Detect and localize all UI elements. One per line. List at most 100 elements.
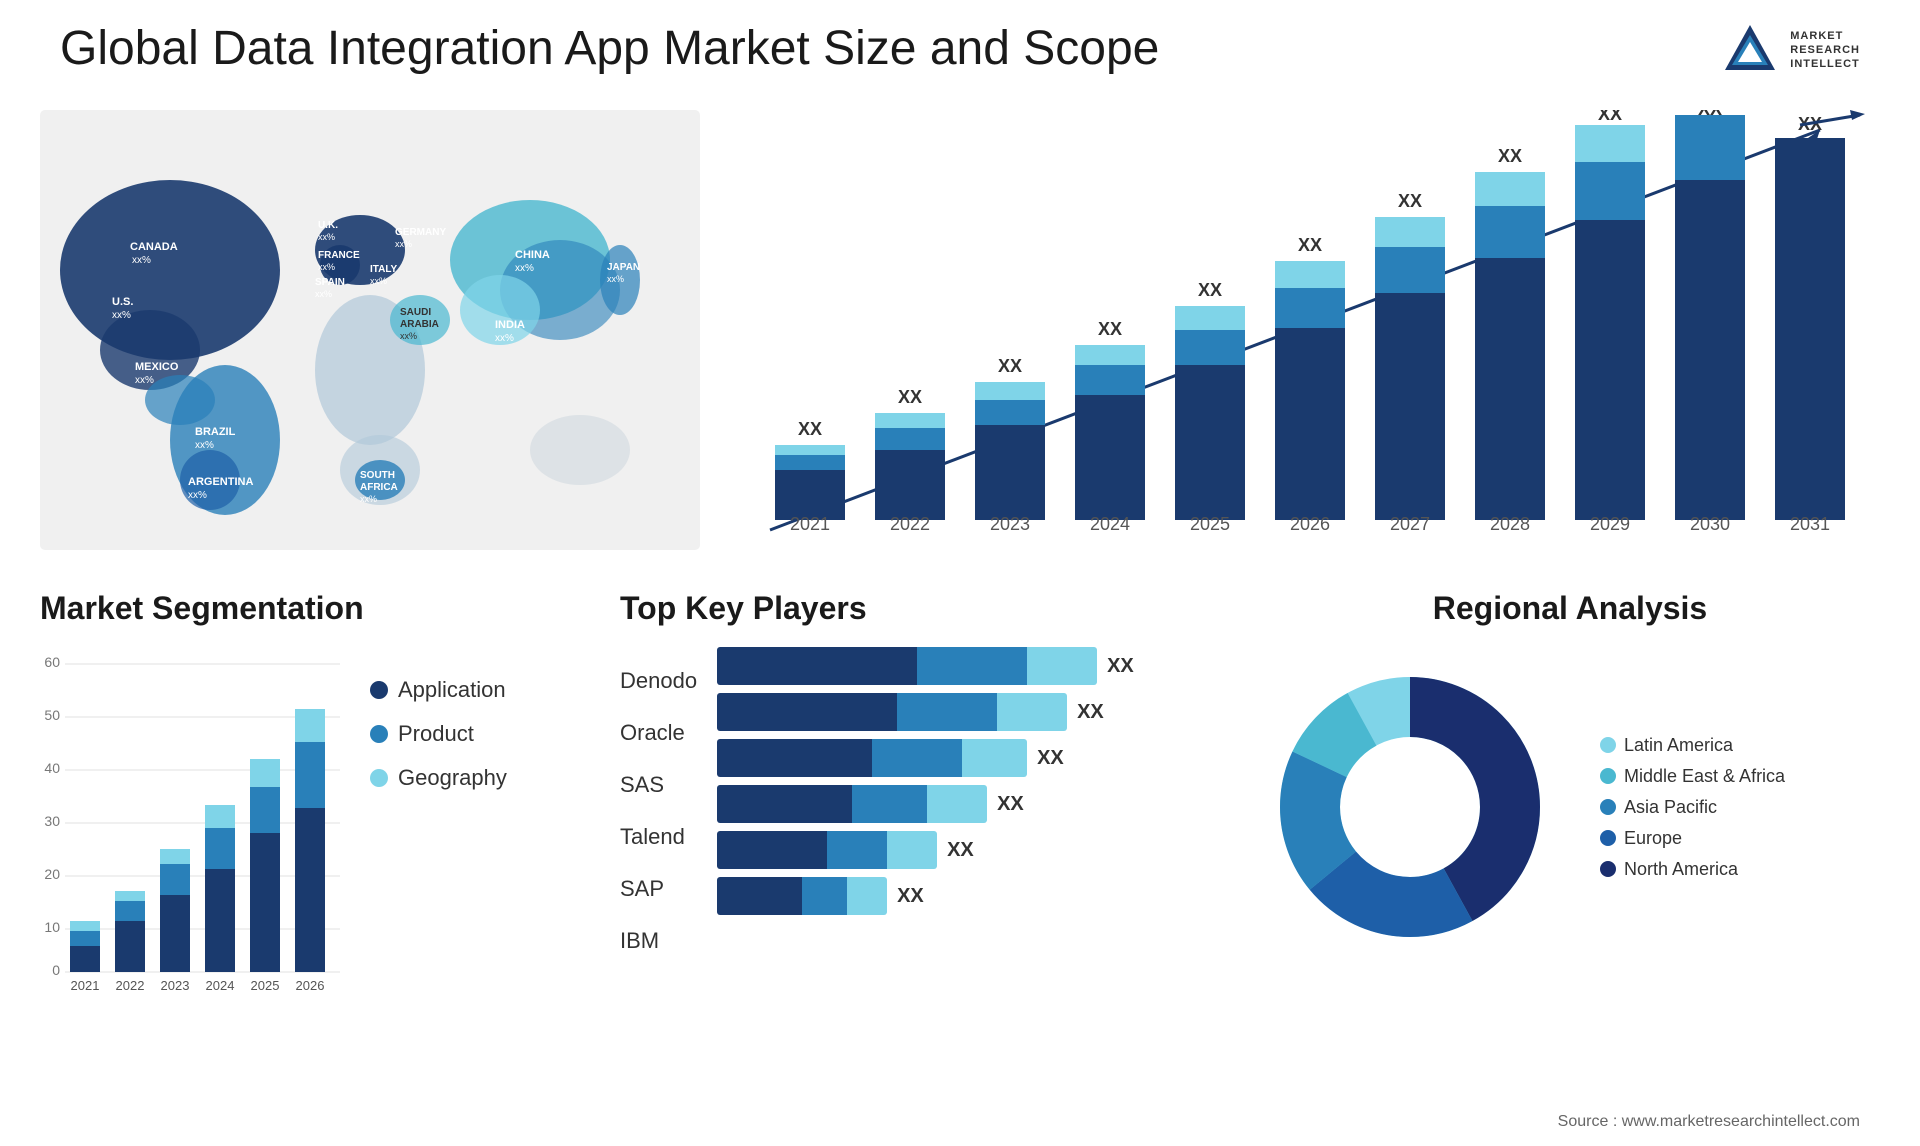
header: Global Data Integration App Market Size …	[60, 20, 1860, 80]
page-title: Global Data Integration App Market Size …	[60, 20, 1159, 78]
key-players-section: Top Key Players Denodo Oracle SAS Talend…	[620, 590, 1220, 1110]
world-map-container: CANADA xx% U.S. xx% MEXICO xx% BRAZIL xx…	[40, 110, 700, 550]
denodo-bar	[717, 647, 1097, 685]
svg-text:JAPAN: JAPAN	[607, 262, 640, 273]
svg-text:xx%: xx%	[188, 490, 207, 501]
svg-text:U.S.: U.S.	[112, 296, 133, 308]
svg-text:xx%: xx%	[112, 310, 131, 321]
legend-item-application: Application	[370, 677, 507, 703]
svg-text:CANADA: CANADA	[130, 241, 178, 253]
svg-text:0: 0	[52, 962, 60, 978]
regional-legend: Latin America Middle East & Africa Asia …	[1600, 735, 1785, 880]
svg-text:2021: 2021	[71, 978, 100, 993]
svg-text:XX: XX	[1498, 146, 1522, 166]
player-bar-talend: XX	[717, 785, 1220, 823]
player-ibm: IBM	[620, 915, 697, 967]
bar-chart-svg: XX 2021 XX 2022 XX 2023 XX 2024 XX 2025 …	[720, 110, 1870, 550]
legend-middle-east-africa: Middle East & Africa	[1600, 766, 1785, 787]
player-talend: Talend	[620, 811, 697, 863]
svg-text:ITALY: ITALY	[370, 264, 398, 275]
players-bars: XX XX XX	[717, 647, 1220, 923]
svg-text:50: 50	[44, 707, 60, 723]
svg-text:INDIA: INDIA	[495, 319, 525, 331]
svg-text:xx%: xx%	[515, 263, 534, 274]
svg-text:2030: 2030	[1690, 514, 1730, 534]
donut-chart-svg	[1250, 647, 1570, 967]
sas-xx: XX	[1037, 747, 1064, 770]
svg-text:SPAIN: SPAIN	[315, 277, 345, 288]
svg-text:20: 20	[44, 866, 60, 882]
svg-text:XX: XX	[1098, 319, 1122, 339]
svg-text:xx%: xx%	[607, 274, 624, 284]
legend-asia-pacific: Asia Pacific	[1600, 797, 1785, 818]
svg-text:FRANCE: FRANCE	[318, 250, 360, 261]
svg-text:xx%: xx%	[318, 232, 335, 242]
svg-text:2031: 2031	[1790, 514, 1830, 534]
talend-xx: XX	[997, 793, 1024, 816]
svg-text:xx%: xx%	[360, 494, 377, 504]
denodo-xx: XX	[1107, 655, 1134, 678]
map-section: CANADA xx% U.S. xx% MEXICO xx% BRAZIL xx…	[40, 110, 700, 550]
svg-text:2025: 2025	[251, 978, 280, 993]
svg-text:U.K.: U.K.	[318, 220, 338, 231]
svg-text:xx%: xx%	[135, 375, 154, 386]
application-label: Application	[398, 677, 506, 703]
svg-text:XX: XX	[998, 356, 1022, 376]
svg-text:xx%: xx%	[318, 262, 335, 272]
legend-latin-america: Latin America	[1600, 735, 1785, 756]
svg-text:ARGENTINA: ARGENTINA	[188, 476, 253, 488]
seg-chart-area: 60 50 40 30 20 10 0	[40, 647, 340, 1007]
players-names: Denodo Oracle SAS Talend SAP IBM	[620, 647, 697, 967]
donut-with-legend: Latin America Middle East & Africa Asia …	[1250, 647, 1890, 967]
source-text: Source : www.marketresearchintellect.com	[1558, 1113, 1860, 1131]
svg-text:SAUDI: SAUDI	[400, 307, 431, 318]
key-players-title: Top Key Players	[620, 590, 1220, 627]
svg-text:xx%: xx%	[395, 239, 412, 249]
svg-text:XX: XX	[1698, 110, 1722, 119]
player-sap: SAP	[620, 863, 697, 915]
oracle-xx: XX	[1077, 701, 1104, 724]
svg-text:30: 30	[44, 813, 60, 829]
logo-icon	[1720, 20, 1780, 80]
bar-chart-section: XX 2021 XX 2022 XX 2023 XX 2024 XX 2025 …	[720, 110, 1870, 550]
svg-text:XX: XX	[1598, 110, 1622, 124]
me-africa-dot	[1600, 768, 1616, 784]
svg-text:BRAZIL: BRAZIL	[195, 426, 236, 438]
svg-text:2024: 2024	[1090, 514, 1130, 534]
asia-pacific-label: Asia Pacific	[1624, 797, 1717, 818]
svg-text:CHINA: CHINA	[515, 249, 550, 261]
svg-text:ARABIA: ARABIA	[400, 319, 439, 330]
regional-section: Regional Analysis	[1250, 590, 1890, 1110]
svg-text:AFRICA: AFRICA	[360, 482, 398, 493]
talend-bar	[717, 785, 987, 823]
svg-text:xx%: xx%	[132, 255, 151, 266]
sap-xx: XX	[947, 839, 974, 862]
players-container: Denodo Oracle SAS Talend SAP IBM XX	[620, 647, 1220, 967]
ibm-bar	[717, 877, 887, 915]
svg-text:2028: 2028	[1490, 514, 1530, 534]
svg-text:SOUTH: SOUTH	[360, 470, 395, 481]
legend-item-product: Product	[370, 721, 507, 747]
seg-chart-svg: 60 50 40 30 20 10 0	[40, 647, 350, 1017]
svg-text:40: 40	[44, 760, 60, 776]
seg-legend: Application Product Geography	[370, 647, 507, 809]
sas-bar	[717, 739, 1027, 777]
svg-text:2024: 2024	[206, 978, 235, 993]
latin-america-dot	[1600, 737, 1616, 753]
svg-text:2022: 2022	[890, 514, 930, 534]
application-dot	[370, 681, 388, 699]
world-map-svg: CANADA xx% U.S. xx% MEXICO xx% BRAZIL xx…	[40, 110, 700, 550]
player-bar-sas: XX	[717, 739, 1220, 777]
svg-text:xx%: xx%	[370, 276, 387, 286]
europe-dot	[1600, 830, 1616, 846]
product-dot	[370, 725, 388, 743]
legend-north-america: North America	[1600, 859, 1785, 880]
legend-europe: Europe	[1600, 828, 1785, 849]
player-bar-oracle: XX	[717, 693, 1220, 731]
svg-text:XX: XX	[1398, 191, 1422, 211]
svg-text:xx%: xx%	[400, 331, 417, 341]
svg-text:xx%: xx%	[315, 289, 332, 299]
player-denodo: Denodo	[620, 655, 697, 707]
north-america-dot	[1600, 861, 1616, 877]
latin-america-label: Latin America	[1624, 735, 1733, 756]
